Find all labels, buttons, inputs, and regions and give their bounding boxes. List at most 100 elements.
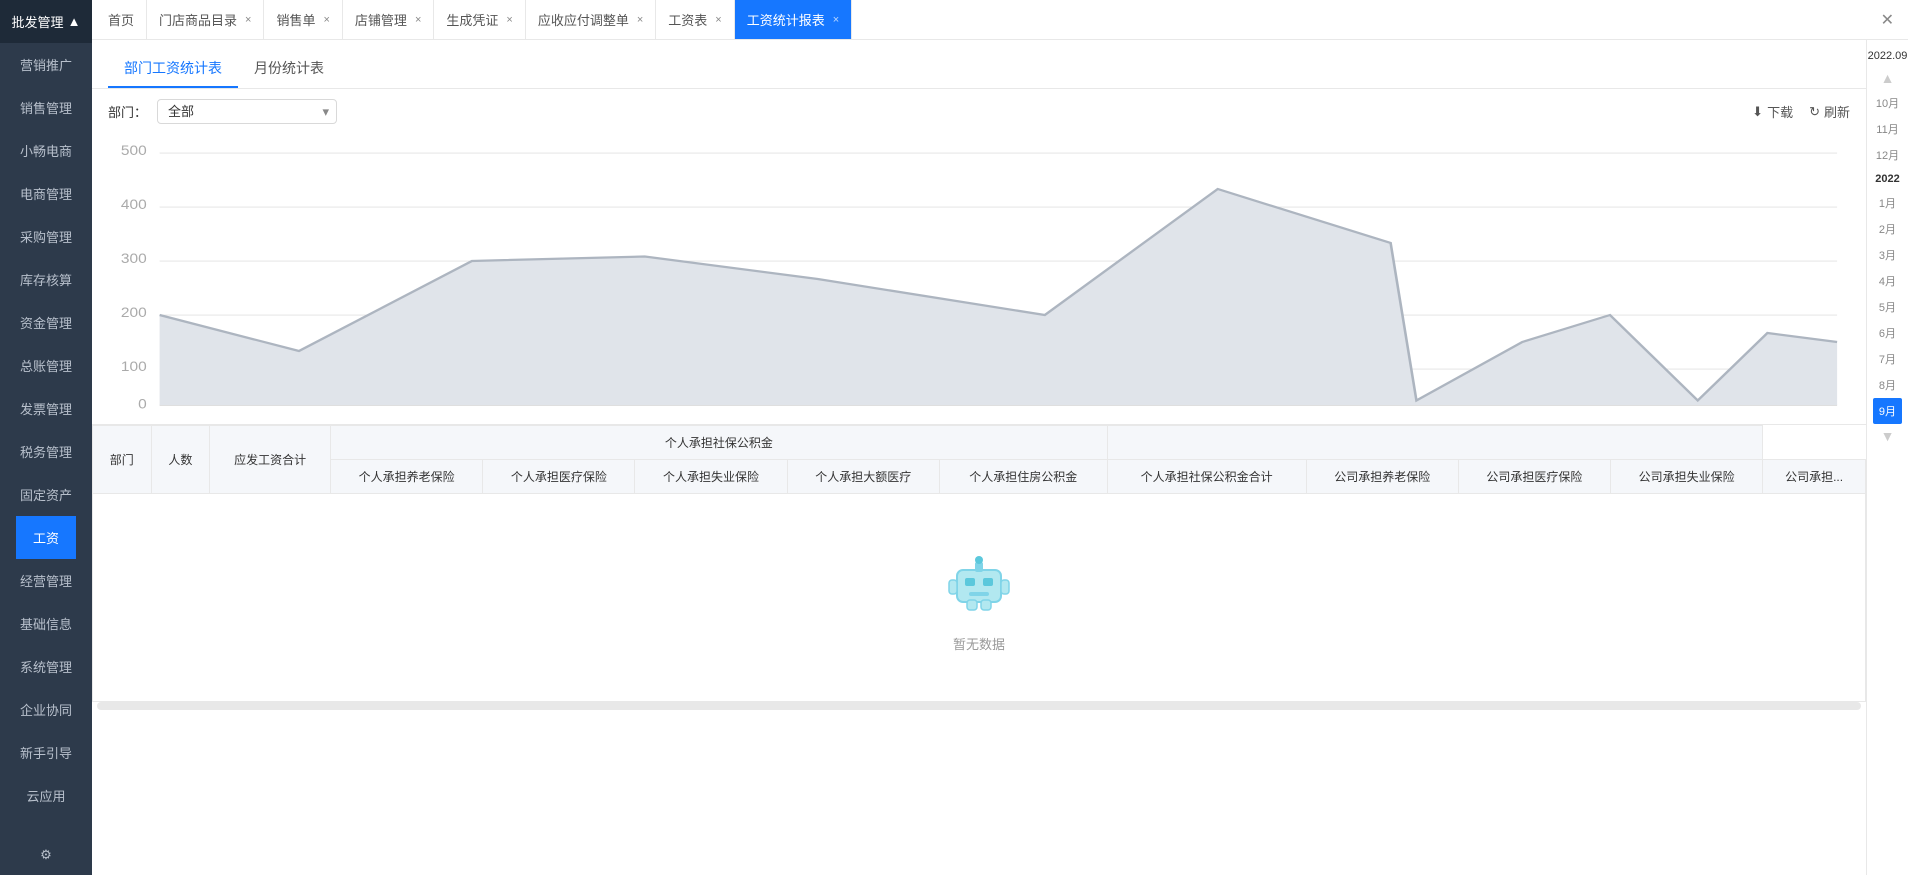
timeline-item-9月[interactable]: 9月 xyxy=(1873,398,1901,424)
col-personal-insurance-group: 个人承担社保公积金 xyxy=(331,426,1108,460)
col-company-unemployment: 公司承担失业保险 xyxy=(1610,460,1762,494)
col-dept: 部门 xyxy=(93,426,152,494)
col-personal-medical: 个人承担医疗保险 xyxy=(483,460,635,494)
sidebar-title: 批发管理 xyxy=(12,12,64,31)
timeline-item-5月[interactable]: 5月 xyxy=(1873,294,1901,320)
toolbar-right: ⬇ 下载 ↻ 刷新 xyxy=(1752,102,1850,121)
timeline-item-2月[interactable]: 2月 xyxy=(1873,216,1901,242)
download-icon: ⬇ xyxy=(1752,104,1763,120)
timeline-item-11月[interactable]: 11月 xyxy=(1873,116,1901,142)
timeline-down-arrow[interactable]: ▼ xyxy=(1881,424,1895,448)
refresh-button[interactable]: ↻ 刷新 xyxy=(1809,102,1850,121)
sub-tabs: 部门工资统计表 月份统计表 xyxy=(92,40,1866,89)
tab-5[interactable]: 应收应付调整单× xyxy=(526,0,656,40)
col-company-pension: 公司承担养老保险 xyxy=(1306,460,1458,494)
empty-state: 暂无数据 xyxy=(103,502,1855,693)
tab-7[interactable]: 工资统计报表× xyxy=(735,0,852,40)
sidebar-arrow-icon: ▲ xyxy=(68,14,81,29)
col-company-insurance-group xyxy=(1107,426,1763,460)
sidebar-item-基础信息[interactable]: 基础信息 xyxy=(16,602,76,645)
sidebar-item-发票管理[interactable]: 发票管理 xyxy=(16,387,76,430)
timeline-item-6月[interactable]: 6月 xyxy=(1873,320,1901,346)
tab-0[interactable]: 首页 xyxy=(96,0,147,40)
timeline-item-8月[interactable]: 8月 xyxy=(1873,372,1901,398)
svg-text:100: 100 xyxy=(121,360,147,375)
download-label: 下载 xyxy=(1767,102,1793,121)
sidebar-item-营销推广[interactable]: 营销推广 xyxy=(16,43,76,86)
empty-text: 暂无数据 xyxy=(953,634,1005,653)
dept-label: 部门： xyxy=(108,102,147,121)
tab-3[interactable]: 店铺管理× xyxy=(343,0,434,40)
tab-1[interactable]: 门店商品目录× xyxy=(147,0,264,40)
col-personal-total: 个人承担社保公积金合计 xyxy=(1107,460,1306,494)
sidebar-item-工资[interactable]: 工资 xyxy=(16,516,76,559)
chart-svg: 500 400 300 200 100 0 xyxy=(108,144,1850,414)
toolbar: 部门： 全部 ▾ ⬇ 下载 ↻ 刷新 xyxy=(92,89,1866,134)
salary-table: 部门 人数 应发工资合计 个人承担社保公积金 个人承担养老保险 个人承担医疗保险… xyxy=(92,425,1866,702)
close-all-tabs-button[interactable]: ✕ xyxy=(1871,10,1904,30)
tab-dept-salary[interactable]: 部门工资统计表 xyxy=(108,50,238,88)
svg-text:0: 0 xyxy=(138,397,147,412)
svg-text:400: 400 xyxy=(121,198,147,213)
col-company-more: 公司承担... xyxy=(1763,460,1866,494)
tab-close-2[interactable]: × xyxy=(323,14,329,26)
col-total-salary: 应发工资合计 xyxy=(210,426,331,494)
svg-text:300: 300 xyxy=(121,252,147,267)
sidebar-item-云应用[interactable]: 云应用 xyxy=(16,774,76,817)
chart-container: 500 400 300 200 100 0 xyxy=(92,134,1866,424)
tab-2[interactable]: 销售单× xyxy=(264,0,342,40)
col-personal-pension: 个人承担养老保险 xyxy=(331,460,483,494)
timeline-up-arrow[interactable]: ▲ xyxy=(1881,66,1895,90)
timeline-current: 2022.09 xyxy=(1866,46,1908,66)
sidebar-item-总账管理[interactable]: 总账管理 xyxy=(16,344,76,387)
col-personal-unemployment: 个人承担失业保险 xyxy=(635,460,787,494)
timeline-item-4月[interactable]: 4月 xyxy=(1873,268,1901,294)
timeline-item-1月[interactable]: 1月 xyxy=(1873,190,1901,216)
dept-select-wrapper: 全部 ▾ xyxy=(157,99,337,124)
timeline-item-10月[interactable]: 10月 xyxy=(1873,90,1901,116)
sidebar-item-经营管理[interactable]: 经营管理 xyxy=(16,559,76,602)
tab-close-7[interactable]: × xyxy=(833,14,839,26)
tab-6[interactable]: 工资表× xyxy=(656,0,734,40)
timeline-item-3月[interactable]: 3月 xyxy=(1873,242,1901,268)
dept-select[interactable]: 全部 xyxy=(157,99,337,124)
tab-close-3[interactable]: × xyxy=(415,14,421,26)
sidebar-item-小畅电商[interactable]: 小畅电商 xyxy=(16,129,76,172)
refresh-icon: ↻ xyxy=(1809,104,1820,120)
sidebar-item-固定资产[interactable]: 固定资产 xyxy=(16,473,76,516)
sidebar-footer-settings[interactable]: ⚙ xyxy=(0,835,92,875)
sidebar-item-资金管理[interactable]: 资金管理 xyxy=(16,301,76,344)
table-wrapper: 部门 人数 应发工资合计 个人承担社保公积金 个人承担养老保险 个人承担医疗保险… xyxy=(92,424,1866,875)
sidebar-item-系统管理[interactable]: 系统管理 xyxy=(16,645,76,688)
sidebar-item-新手引导[interactable]: 新手引导 xyxy=(16,731,76,774)
col-company-medical: 公司承担医疗保险 xyxy=(1458,460,1610,494)
tab-close-4[interactable]: × xyxy=(506,14,512,26)
timeline-item-2022[interactable]: 2022 xyxy=(1873,168,1901,190)
table-empty-row: 暂无数据 xyxy=(93,494,1866,702)
sidebar-item-税务管理[interactable]: 税务管理 xyxy=(16,430,76,473)
sidebar-item-库存核算[interactable]: 库存核算 xyxy=(16,258,76,301)
empty-icon xyxy=(939,542,1019,622)
sidebar-header[interactable]: 批发管理 ▲ xyxy=(0,0,92,43)
tab-month-stats[interactable]: 月份统计表 xyxy=(238,50,340,88)
timeline-panel: 2022.09 ▲ 10月11月12月20221月2月3月4月5月6月7月8月9… xyxy=(1866,40,1908,875)
tab-close-1[interactable]: × xyxy=(245,14,251,26)
svg-text:500: 500 xyxy=(121,144,147,159)
page-content: 部门工资统计表 月份统计表 部门： 全部 ▾ ⬇ xyxy=(92,40,1866,875)
sidebar-item-采购管理[interactable]: 采购管理 xyxy=(16,215,76,258)
tab-bar: 首页门店商品目录×销售单×店铺管理×生成凭证×应收应付调整单×工资表×工资统计报… xyxy=(92,0,1908,40)
col-count: 人数 xyxy=(151,426,210,494)
main-area: 首页门店商品目录×销售单×店铺管理×生成凭证×应收应付调整单×工资表×工资统计报… xyxy=(92,0,1908,875)
timeline-item-12月[interactable]: 12月 xyxy=(1873,142,1901,168)
sidebar-item-销售管理[interactable]: 销售管理 xyxy=(16,86,76,129)
col-personal-major-medical: 个人承担大额医疗 xyxy=(787,460,939,494)
toolbar-left: 部门： 全部 ▾ xyxy=(108,99,337,124)
timeline-item-7月[interactable]: 7月 xyxy=(1873,346,1901,372)
empty-cell: 暂无数据 xyxy=(93,494,1866,702)
tab-close-6[interactable]: × xyxy=(715,14,721,26)
sidebar-item-企业协同[interactable]: 企业协同 xyxy=(16,688,76,731)
tab-4[interactable]: 生成凭证× xyxy=(434,0,525,40)
download-button[interactable]: ⬇ 下载 xyxy=(1752,102,1793,121)
tab-close-5[interactable]: × xyxy=(637,14,643,26)
sidebar-item-电商管理[interactable]: 电商管理 xyxy=(16,172,76,215)
